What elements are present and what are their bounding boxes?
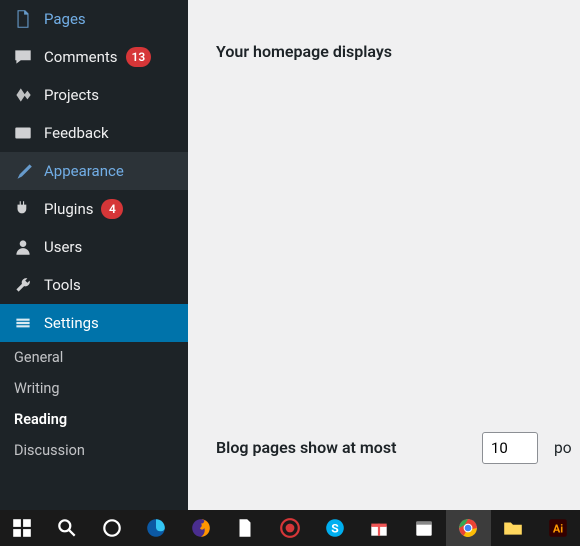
taskbar-calendar[interactable] [401,510,446,546]
sidebar-item-label: Settings [44,314,99,332]
cortana-icon [101,517,123,539]
taskbar-skype[interactable]: S [312,510,357,546]
sidebar-item-label: Users [44,238,82,256]
pages-icon [12,8,34,30]
search-icon [56,517,78,539]
file-icon [234,517,256,539]
firefox-icon [190,517,212,539]
sidebar-item-label: Comments [44,48,118,66]
feedback-icon [12,122,34,144]
sidebar-item-label: Plugins [44,200,93,218]
folder-icon [502,517,524,539]
windows-icon [11,517,33,539]
tools-icon [12,274,34,296]
plugins-icon [12,198,34,220]
sidebar-item-label: Projects [44,86,99,104]
appearance-icon [12,160,34,182]
taskbar-file[interactable] [223,510,268,546]
sidebar-item-plugins[interactable]: Plugins 4 [0,190,188,228]
edge-icon [145,517,167,539]
taskbar-gift[interactable] [357,510,402,546]
sidebar-item-comments[interactable]: Comments 13 [0,38,188,76]
taskbar-chrome[interactable] [446,510,491,546]
cortana-button[interactable] [89,510,134,546]
search-button[interactable] [45,510,90,546]
sidebar-item-pages[interactable]: Pages [0,0,188,38]
sidebar-item-settings[interactable]: Settings [0,304,188,342]
record-icon [279,517,301,539]
settings-sub-writing[interactable]: Writing [0,373,188,404]
blog-pages-unit: po [554,439,572,457]
illustrator-icon: Ai [547,517,569,539]
comments-icon [12,46,34,68]
svg-text:Ai: Ai [552,522,562,535]
taskbar-illustrator[interactable]: Ai [535,510,580,546]
taskbar-explorer[interactable] [491,510,536,546]
plugins-badge: 4 [101,199,123,219]
skype-icon: S [324,517,346,539]
settings-sub-general[interactable]: General [0,342,188,373]
chrome-icon [457,517,479,539]
start-button[interactable] [0,510,45,546]
settings-sub-reading[interactable]: Reading [0,404,188,435]
sidebar-item-appearance[interactable]: Appearance [0,152,188,190]
taskbar-edge[interactable] [134,510,179,546]
taskbar-firefox[interactable] [178,510,223,546]
sidebar-item-tools[interactable]: Tools [0,266,188,304]
blog-pages-label: Blog pages show at most [216,438,476,457]
users-icon [12,236,34,258]
svg-text:S: S [331,521,339,535]
sidebar-item-label: Appearance [44,162,124,180]
homepage-displays-label: Your homepage displays [216,42,462,61]
sidebar-item-label: Tools [44,276,81,294]
gift-icon [368,517,390,539]
taskbar: S Ai [0,510,580,546]
settings-icon [12,312,34,334]
sidebar-item-label: Feedback [44,124,109,142]
taskbar-record[interactable] [268,510,313,546]
sidebar-item-label: Pages [44,10,86,28]
sidebar-item-projects[interactable]: Projects [0,76,188,114]
sidebar-item-feedback[interactable]: Feedback [0,114,188,152]
blog-pages-input[interactable] [482,432,538,464]
comments-badge: 13 [126,47,152,67]
calendar-icon [413,517,435,539]
sidebar-item-users[interactable]: Users [0,228,188,266]
settings-sub-discussion[interactable]: Discussion [0,435,188,466]
projects-icon [12,84,34,106]
